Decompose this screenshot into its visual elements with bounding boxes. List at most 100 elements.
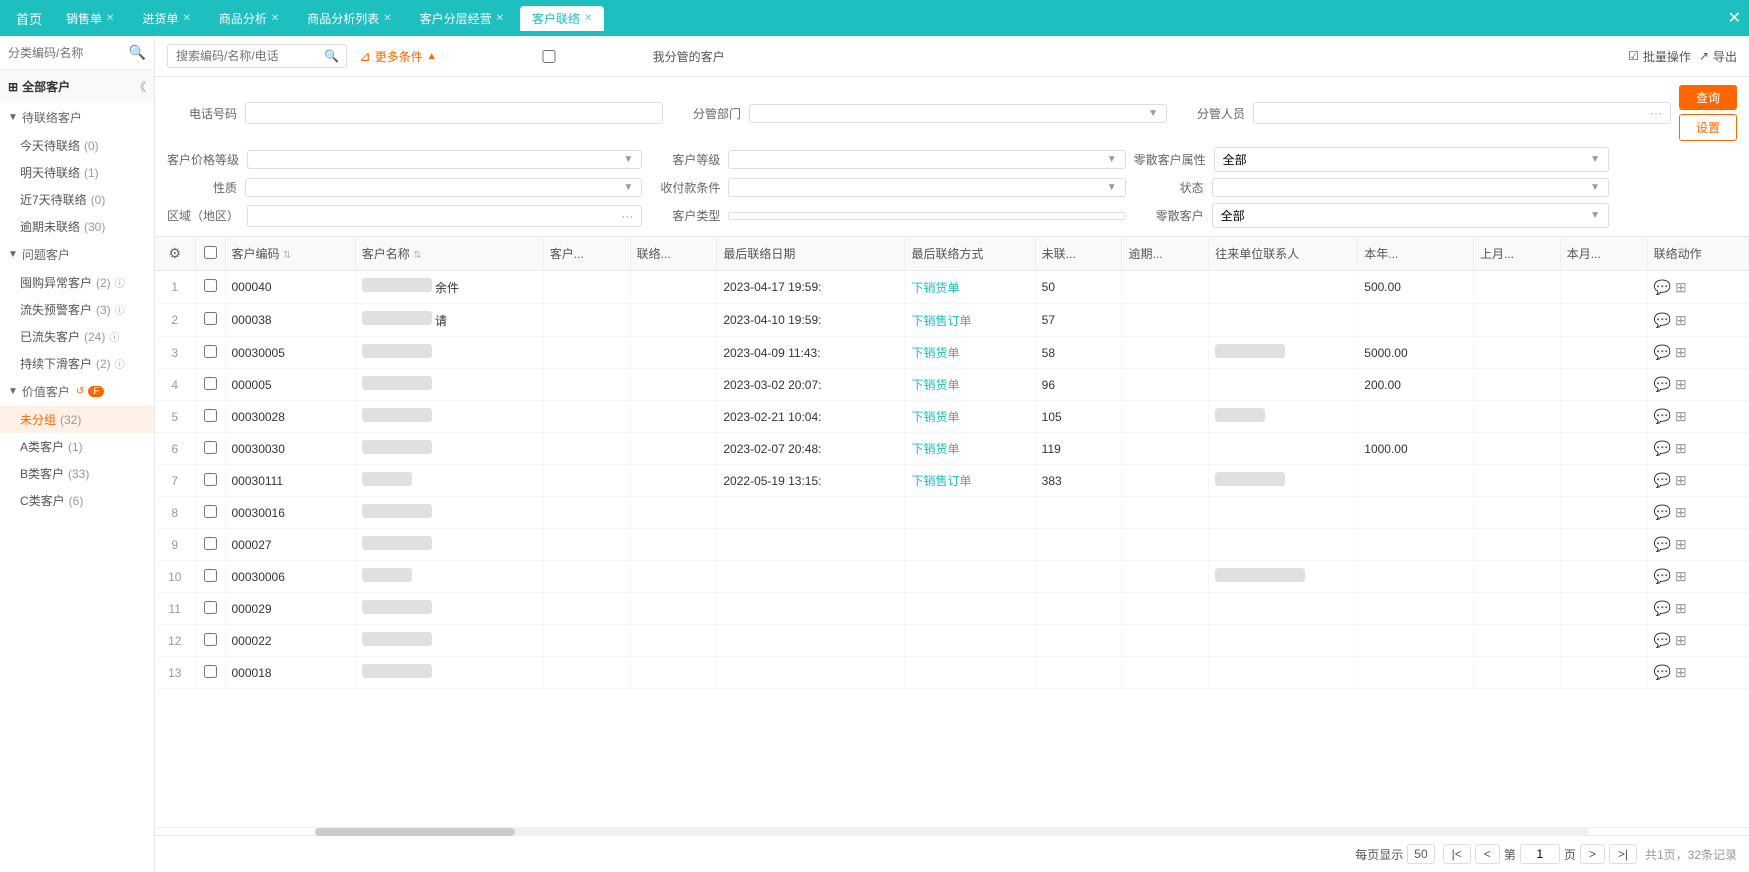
close-purchase-icon[interactable]: ✕	[182, 13, 190, 24]
sidebar-item-declining[interactable]: 持续下滑客户 (2) ⓘ	[0, 350, 154, 377]
current-page-input[interactable]	[1520, 844, 1560, 864]
grid-action-icon[interactable]: ⊞	[1675, 312, 1687, 329]
sidebar-item-tomorrow[interactable]: 明天待联络 (1)	[0, 159, 154, 186]
status-select[interactable]: ▼	[1212, 178, 1609, 197]
cell-action[interactable]: 💬⊞	[1647, 625, 1748, 657]
cell-action[interactable]: 💬⊞	[1647, 369, 1748, 401]
page-size-value[interactable]: 50	[1407, 844, 1434, 864]
chat-icon[interactable]: 💬	[1654, 600, 1671, 617]
grid-action-icon[interactable]: ⊞	[1675, 440, 1687, 457]
last-way-link[interactable]: 下销货单	[911, 410, 959, 424]
cell-checkbox[interactable]	[195, 529, 225, 561]
cell-checkbox[interactable]	[195, 657, 225, 689]
th-checkbox[interactable]	[195, 237, 225, 271]
close-customer-contact-icon[interactable]: ✕	[584, 13, 592, 24]
cell-lastway[interactable]: 下销货单	[905, 401, 1035, 433]
sidebar-item-abnormal[interactable]: 囤购异常客户 (2) ⓘ	[0, 269, 154, 296]
row-checkbox[interactable]	[204, 601, 217, 614]
chat-icon[interactable]: 💬	[1654, 440, 1671, 457]
sidebar-search-input[interactable]	[8, 46, 125, 60]
nav-home[interactable]: 首页	[8, 5, 50, 32]
cell-checkbox[interactable]	[195, 401, 225, 433]
sidebar-section-value[interactable]: ▼ 价值客户 ↺ F	[0, 377, 154, 406]
chat-icon[interactable]: 💬	[1654, 408, 1671, 425]
cell-action[interactable]: 💬⊞	[1647, 593, 1748, 625]
cell-action[interactable]: 💬⊞	[1647, 561, 1748, 593]
region-select[interactable]: ···	[247, 205, 642, 227]
refresh-icon[interactable]: ↺	[76, 386, 84, 397]
th-code[interactable]: 客户编码 ⇅	[225, 237, 355, 271]
cell-checkbox[interactable]	[195, 369, 225, 401]
price-level-select[interactable]: ▼	[247, 150, 642, 169]
window-close-icon[interactable]: ✕	[1728, 8, 1741, 28]
close-customer-layer-icon[interactable]: ✕	[496, 13, 504, 24]
grid-action-icon[interactable]: ⊞	[1675, 376, 1687, 393]
row-checkbox[interactable]	[204, 665, 217, 678]
nav-tab-analysis[interactable]: 商品分析 ✕	[207, 6, 291, 31]
row-checkbox[interactable]	[204, 409, 217, 422]
chat-icon[interactable]: 💬	[1654, 504, 1671, 521]
nav-tab-purchase[interactable]: 进货单 ✕	[130, 6, 202, 31]
scrollbar-thumb[interactable]	[315, 828, 515, 836]
phone-input[interactable]	[245, 102, 663, 124]
nav-tab-customer-contact[interactable]: 客户联络 ✕	[520, 6, 604, 31]
settings-gear-icon[interactable]: ⚙	[168, 245, 181, 261]
sidebar-item-type-a[interactable]: A类客户 (1)	[0, 433, 154, 460]
chat-icon[interactable]: 💬	[1654, 376, 1671, 393]
cell-lastway[interactable]: 下销货单	[905, 369, 1035, 401]
close-analysis-list-icon[interactable]: ✕	[383, 13, 391, 24]
close-sales-icon[interactable]: ✕	[106, 13, 114, 24]
nav-tab-sales[interactable]: 销售单 ✕	[54, 6, 126, 31]
chat-icon[interactable]: 💬	[1654, 536, 1671, 553]
cell-checkbox[interactable]	[195, 561, 225, 593]
cell-checkbox[interactable]	[195, 625, 225, 657]
cell-lastway[interactable]: 下销货单	[905, 433, 1035, 465]
grid-action-icon[interactable]: ⊞	[1675, 279, 1687, 296]
sidebar-item-today[interactable]: 今天待联络 (0)	[0, 132, 154, 159]
sidebar-item-churn-warning[interactable]: 流失预警客户 (3) ⓘ	[0, 296, 154, 323]
query-btn[interactable]: 查询	[1679, 85, 1737, 110]
sidebar-item-type-c[interactable]: C类客户 (6)	[0, 487, 154, 514]
batch-op-btn[interactable]: ☑ 批量操作	[1628, 48, 1691, 65]
sparse-attr-select[interactable]: 全部 ▼	[1214, 147, 1609, 172]
sidebar-item-overdue[interactable]: 逾期未联络 (30)	[0, 213, 154, 240]
cell-checkbox[interactable]	[195, 304, 225, 337]
grid-action-icon[interactable]: ⊞	[1675, 632, 1687, 649]
cell-action[interactable]: 💬⊞	[1647, 401, 1748, 433]
more-filters-btn[interactable]: ⊿ 更多条件 ▲	[359, 48, 437, 65]
cell-checkbox[interactable]	[195, 593, 225, 625]
cell-action[interactable]: 💬⊞	[1647, 304, 1748, 337]
sidebar-all-customers-header[interactable]: ⊞ 全部客户 《	[0, 70, 154, 103]
region-dots-icon[interactable]: ···	[621, 209, 633, 223]
last-way-link[interactable]: 下销货单	[911, 346, 959, 360]
last-way-link[interactable]: 下销售订单	[911, 314, 971, 328]
sidebar-section-problem[interactable]: ▼ 问题客户	[0, 240, 154, 269]
cell-action[interactable]: 💬⊞	[1647, 529, 1748, 561]
row-checkbox[interactable]	[204, 441, 217, 454]
nature-select[interactable]: ▼	[245, 178, 642, 197]
last-way-link[interactable]: 下销货单	[911, 442, 959, 456]
my-customers-filter[interactable]: 我分管的客户	[449, 48, 725, 65]
cell-lastway[interactable]: 下销货单	[905, 337, 1035, 369]
sidebar-item-7days[interactable]: 近7天待联络 (0)	[0, 186, 154, 213]
th-name[interactable]: 客户名称 ⇅	[355, 237, 543, 271]
first-page-btn[interactable]: |<	[1443, 844, 1471, 864]
person-select[interactable]: ···	[1253, 102, 1671, 124]
th-settings[interactable]: ⚙	[155, 237, 195, 271]
cell-checkbox[interactable]	[195, 271, 225, 304]
chat-icon[interactable]: 💬	[1654, 664, 1671, 681]
grid-action-icon[interactable]: ⊞	[1675, 600, 1687, 617]
horizontal-scrollbar[interactable]	[155, 827, 1749, 835]
last-way-link[interactable]: 下销货单	[911, 281, 959, 295]
nav-tab-analysis-list[interactable]: 商品分析列表 ✕	[295, 6, 403, 31]
row-checkbox[interactable]	[204, 345, 217, 358]
sidebar-collapse-icon[interactable]: 《	[134, 78, 146, 95]
grid-action-icon[interactable]: ⊞	[1675, 472, 1687, 489]
my-customers-checkbox[interactable]	[449, 50, 649, 63]
grid-action-icon[interactable]: ⊞	[1675, 536, 1687, 553]
sidebar-search-icon[interactable]: 🔍	[129, 44, 146, 61]
dept-select[interactable]: ▼	[749, 104, 1167, 123]
last-way-link[interactable]: 下销货单	[911, 378, 959, 392]
chat-icon[interactable]: 💬	[1654, 568, 1671, 585]
sidebar-item-churned[interactable]: 已流失客户 (24) ⓘ	[0, 323, 154, 350]
